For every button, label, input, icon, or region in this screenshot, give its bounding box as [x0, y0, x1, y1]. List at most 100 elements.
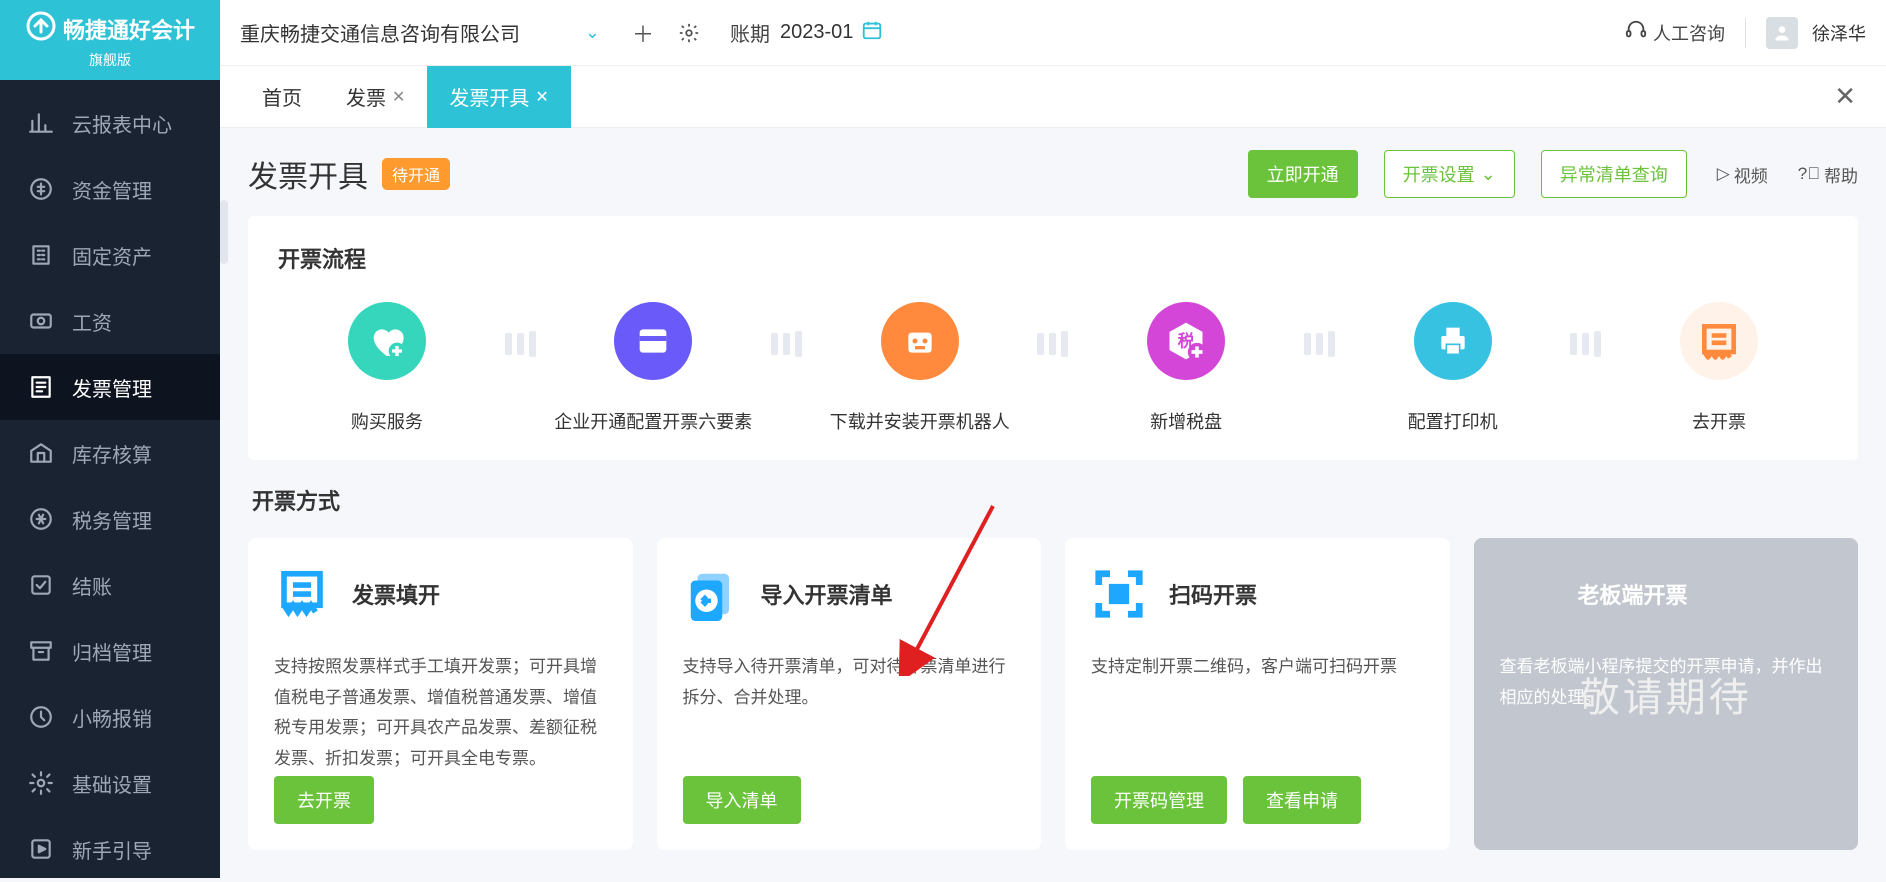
logo-text: 畅捷通好会计 — [63, 13, 195, 45]
add-button[interactable]: ＋ — [626, 16, 660, 50]
tabs-bar: 首页发票✕发票开具✕ ✕ — [220, 66, 1886, 128]
printer-icon — [1414, 302, 1492, 380]
method-card-qr: 扫码开票 支持定制开票二维码，客户端可扫码开票 开票码管理查看申请 — [1065, 538, 1450, 850]
invoice-icon — [28, 374, 54, 400]
sidebar-item-expense[interactable]: 小畅报销 — [0, 684, 220, 750]
sidebar-item-label: 小畅报销 — [72, 703, 152, 732]
expense-icon — [28, 704, 54, 730]
close-icon[interactable]: ✕ — [535, 87, 548, 107]
manual-support-label: 人工咨询 — [1653, 20, 1725, 46]
status-badge: 待开通 — [382, 158, 450, 190]
process-step[interactable]: 下载并安装开票机器人 — [820, 302, 1020, 434]
chart-icon — [28, 110, 54, 136]
process-step-label: 购买服务 — [351, 408, 423, 434]
chevron-down-icon: ⌄ — [1481, 164, 1496, 185]
logo-tag: 旗舰版 — [89, 50, 131, 70]
process-title: 开票流程 — [278, 242, 1828, 274]
settings-icon[interactable] — [672, 16, 706, 50]
action-button[interactable]: 导入清单 — [683, 776, 801, 824]
import-icon — [683, 566, 739, 622]
page-title: 发票开具 — [248, 152, 368, 196]
tax-icon — [28, 506, 54, 532]
sidebar-item-chart[interactable]: 云报表中心 — [0, 90, 220, 156]
sidebar-item-close-acc[interactable]: 结账 — [0, 552, 220, 618]
company-selector[interactable]: 重庆畅捷交通信息咨询有限公司 ⌄ — [240, 18, 620, 47]
process-step[interactable]: 税新增税盘 — [1086, 302, 1286, 434]
manual-support-button[interactable]: 人工咨询 — [1625, 19, 1725, 46]
abnormal-list-button[interactable]: 异常清单查询 — [1541, 150, 1687, 198]
method-description: 支持导入待开票清单，可对待开票清单进行拆分、合并处理。 — [683, 652, 1016, 776]
method-title: 导入开票清单 — [761, 578, 893, 610]
methods-title: 开票方式 — [248, 484, 1858, 516]
process-step[interactable]: 配置打印机 — [1353, 302, 1553, 434]
archive-icon — [28, 638, 54, 664]
invoice-settings-button[interactable]: 开票设置 ⌄ — [1384, 150, 1515, 198]
sidebar: 畅捷通好会计 旗舰版 云报表中心资金管理固定资产工资发票管理库存核算税务管理结账… — [0, 0, 220, 878]
process-arrow-icon — [1037, 331, 1068, 357]
process-step-label: 配置打印机 — [1408, 408, 1498, 434]
tax-disc-icon: 税 — [1147, 302, 1225, 380]
close-all-tabs-button[interactable]: ✕ — [1824, 81, 1866, 112]
method-description: 支持定制开票二维码，客户端可扫码开票 — [1091, 652, 1424, 776]
process-step-label: 下载并安装开票机器人 — [830, 408, 1010, 434]
sidebar-item-stock[interactable]: 库存核算 — [0, 420, 220, 486]
process-step[interactable]: 企业开通配置开票六要素 — [553, 302, 753, 434]
process-arrow-icon — [771, 331, 802, 357]
method-card-boss: 老板端开票 查看老板端小程序提交的开票申请，并作出相应的处理。 敬请期待 — [1474, 538, 1859, 850]
close-icon[interactable]: ✕ — [392, 87, 405, 107]
action-button[interactable]: 去开票 — [274, 776, 374, 824]
process-step-label: 企业开通配置开票六要素 — [554, 408, 752, 434]
invoice-out-icon — [1680, 302, 1758, 380]
process-step-label: 新增税盘 — [1150, 408, 1222, 434]
boss-icon — [1500, 566, 1556, 622]
process-step[interactable]: 去开票 — [1619, 302, 1819, 434]
tab-label: 发票 — [346, 82, 386, 111]
sidebar-item-salary[interactable]: 工资 — [0, 288, 220, 354]
content-area: 发票开具 待开通 立即开通 开票设置 ⌄ 异常清单查询 ▷ 视频 ?⃝ 帮助 开… — [220, 128, 1886, 878]
process-arrow-icon — [1570, 331, 1601, 357]
logo-icon — [25, 10, 57, 48]
close-acc-icon — [28, 572, 54, 598]
money-icon — [28, 176, 54, 202]
sidebar-item-guide[interactable]: 新手引导 — [0, 816, 220, 882]
action-button[interactable]: 查看申请 — [1243, 776, 1361, 824]
page-header: 发票开具 待开通 立即开通 开票设置 ⌄ 异常清单查询 ▷ 视频 ?⃝ 帮助 — [248, 150, 1858, 198]
tab-发票开具[interactable]: 发票开具✕ — [427, 66, 570, 128]
video-link[interactable]: ▷ 视频 — [1717, 162, 1768, 187]
method-card-import: 导入开票清单 支持导入待开票清单，可对待开票清单进行拆分、合并处理。 导入清单 — [657, 538, 1042, 850]
sidebar-item-label: 发票管理 — [72, 373, 152, 402]
chevron-down-icon: ⌄ — [585, 22, 600, 43]
main-menu: 云报表中心资金管理固定资产工资发票管理库存核算税务管理结账归档管理小畅报销基础设… — [0, 80, 220, 882]
process-arrow-icon — [1304, 331, 1335, 357]
sidebar-item-archive[interactable]: 归档管理 — [0, 618, 220, 684]
process-panel: 开票流程 购买服务企业开通配置开票六要素下载并安装开票机器人税新增税盘配置打印机… — [248, 216, 1858, 460]
calendar-icon[interactable] — [861, 19, 883, 47]
process-step[interactable]: 购买服务 — [287, 302, 487, 434]
building-icon — [28, 242, 54, 268]
action-button[interactable]: 开票码管理 — [1091, 776, 1227, 824]
sidebar-item-building[interactable]: 固定资产 — [0, 222, 220, 288]
app-logo[interactable]: 畅捷通好会计 旗舰版 — [0, 0, 220, 80]
tab-首页[interactable]: 首页 — [240, 66, 324, 128]
sidebar-item-label: 库存核算 — [72, 439, 152, 468]
open-now-button[interactable]: 立即开通 — [1248, 150, 1358, 198]
question-icon: ?⃝ — [1798, 164, 1820, 184]
heart-icon — [348, 302, 426, 380]
sidebar-item-money[interactable]: 资金管理 — [0, 156, 220, 222]
card-icon — [614, 302, 692, 380]
process-arrow-icon — [505, 331, 536, 357]
method-card-fill: 发票填开 支持按照发票样式手工填开发票；可开具增值税电子普通发票、增值税普通发票… — [248, 538, 633, 850]
user-name[interactable]: 徐泽华 — [1812, 20, 1866, 46]
sidebar-item-label: 税务管理 — [72, 505, 152, 534]
sidebar-item-label: 工资 — [72, 307, 112, 336]
tab-发票[interactable]: 发票 ✕ — [324, 66, 427, 128]
method-description: 查看老板端小程序提交的开票申请，并作出相应的处理。 — [1500, 652, 1833, 776]
sidebar-item-settings[interactable]: 基础设置 — [0, 750, 220, 816]
sidebar-item-invoice[interactable]: 发票管理 — [0, 354, 220, 420]
sidebar-item-label: 资金管理 — [72, 175, 152, 204]
sidebar-item-label: 固定资产 — [72, 241, 152, 270]
avatar[interactable] — [1766, 17, 1798, 49]
help-link[interactable]: ?⃝ 帮助 — [1798, 162, 1858, 187]
sidebar-item-tax[interactable]: 税务管理 — [0, 486, 220, 552]
sidebar-item-label: 结账 — [72, 571, 112, 600]
